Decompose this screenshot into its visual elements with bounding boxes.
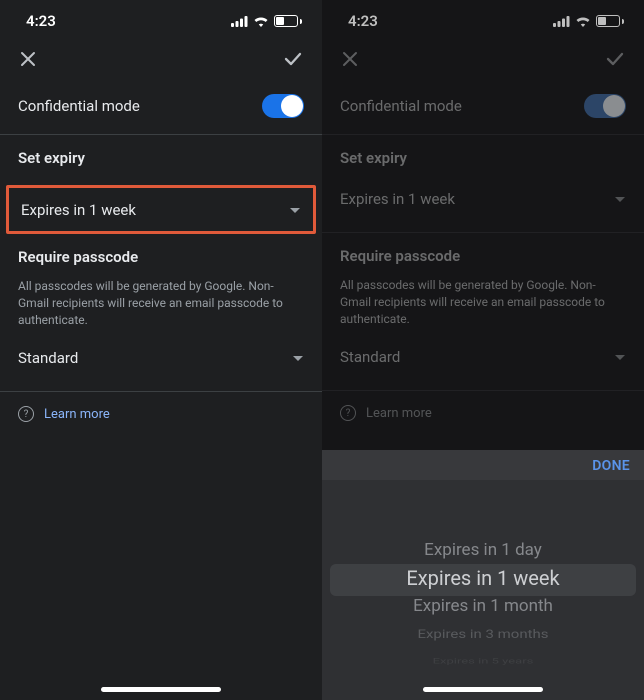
picker-selection-bar bbox=[330, 564, 636, 596]
confidential-mode-row: Confidential mode bbox=[322, 84, 644, 134]
status-right: 39 bbox=[231, 15, 302, 27]
expiry-title: Set expiry bbox=[18, 149, 304, 167]
screen-left: 4:23 39 Confidential mode Set expiry bbox=[0, 0, 322, 700]
confidential-mode-label: Confidential mode bbox=[18, 97, 140, 115]
chevron-down-icon bbox=[614, 189, 626, 208]
wifi-icon bbox=[253, 15, 269, 27]
confidential-mode-label: Confidential mode bbox=[340, 97, 462, 115]
passcode-value: Standard bbox=[340, 348, 400, 366]
expiry-highlight: Expires in 1 week bbox=[6, 185, 316, 234]
top-actions bbox=[322, 36, 644, 84]
passcode-section: Require passcode All passcodes will be g… bbox=[0, 234, 322, 391]
learn-more-link: Learn more bbox=[366, 406, 432, 421]
chevron-down-icon bbox=[614, 347, 626, 366]
expiry-section: Set expiry bbox=[0, 135, 322, 185]
chevron-down-icon bbox=[292, 348, 304, 367]
passcode-dropdown[interactable]: Standard bbox=[18, 338, 304, 377]
picker-toolbar: DONE bbox=[322, 450, 644, 480]
confidential-mode-toggle[interactable] bbox=[584, 94, 626, 118]
status-time: 4:23 bbox=[348, 12, 378, 30]
expiry-value: Expires in 1 week bbox=[21, 201, 136, 219]
learn-more-row[interactable]: ? Learn more bbox=[0, 392, 322, 436]
done-button[interactable]: DONE bbox=[592, 458, 630, 474]
confidential-mode-toggle[interactable] bbox=[262, 94, 304, 118]
passcode-description: All passcodes will be generated by Googl… bbox=[340, 277, 626, 327]
confidential-mode-row: Confidential mode bbox=[0, 84, 322, 134]
chevron-down-icon bbox=[289, 200, 301, 219]
passcode-dropdown[interactable]: Standard bbox=[340, 337, 626, 376]
check-icon[interactable] bbox=[282, 48, 304, 70]
help-icon: ? bbox=[18, 406, 34, 422]
expiry-title: Set expiry bbox=[340, 149, 626, 167]
screen-right: 4:23 39 Confidential mode Set expiry bbox=[322, 0, 644, 700]
wifi-icon bbox=[575, 15, 591, 27]
expiry-value: Expires in 1 week bbox=[340, 190, 455, 208]
top-actions bbox=[0, 36, 322, 84]
home-indicator[interactable] bbox=[101, 687, 221, 692]
picker-item[interactable]: Expires in 1 month bbox=[413, 592, 553, 620]
picker-item[interactable]: Expires in 5 years bbox=[433, 654, 534, 669]
expiry-picker[interactable]: Expires in 1 day Expires in 1 week Expir… bbox=[322, 480, 644, 690]
status-bar: 4:23 39 bbox=[322, 0, 644, 36]
help-icon: ? bbox=[340, 405, 356, 421]
expiry-section: Set expiry Expires in 1 week bbox=[322, 135, 644, 232]
learn-more-link: Learn more bbox=[44, 407, 110, 422]
learn-more-row[interactable]: ? Learn more bbox=[322, 391, 644, 435]
signal-icon bbox=[231, 16, 248, 27]
close-icon[interactable] bbox=[18, 49, 38, 69]
expiry-dropdown[interactable]: Expires in 1 week bbox=[340, 179, 626, 218]
close-icon[interactable] bbox=[340, 49, 360, 69]
status-time: 4:23 bbox=[26, 12, 56, 30]
check-icon[interactable] bbox=[604, 48, 626, 70]
home-indicator[interactable] bbox=[423, 687, 543, 692]
passcode-title: Require passcode bbox=[18, 248, 304, 266]
passcode-section: Require passcode All passcodes will be g… bbox=[322, 233, 644, 390]
expiry-dropdown[interactable]: Expires in 1 week bbox=[21, 196, 301, 223]
status-bar: 4:23 39 bbox=[0, 0, 322, 36]
passcode-title: Require passcode bbox=[340, 247, 626, 265]
picker-item[interactable]: Expires in 3 months bbox=[417, 623, 548, 645]
battery-icon: 39 bbox=[596, 15, 624, 27]
picker-item[interactable]: Expires in 1 day bbox=[424, 536, 542, 564]
passcode-value: Standard bbox=[18, 349, 78, 367]
signal-icon bbox=[553, 16, 570, 27]
picker-sheet: DONE Expires in 1 day Expires in 1 week … bbox=[322, 450, 644, 700]
battery-icon: 39 bbox=[274, 15, 302, 27]
status-right: 39 bbox=[553, 15, 624, 27]
passcode-description: All passcodes will be generated by Googl… bbox=[18, 278, 304, 328]
